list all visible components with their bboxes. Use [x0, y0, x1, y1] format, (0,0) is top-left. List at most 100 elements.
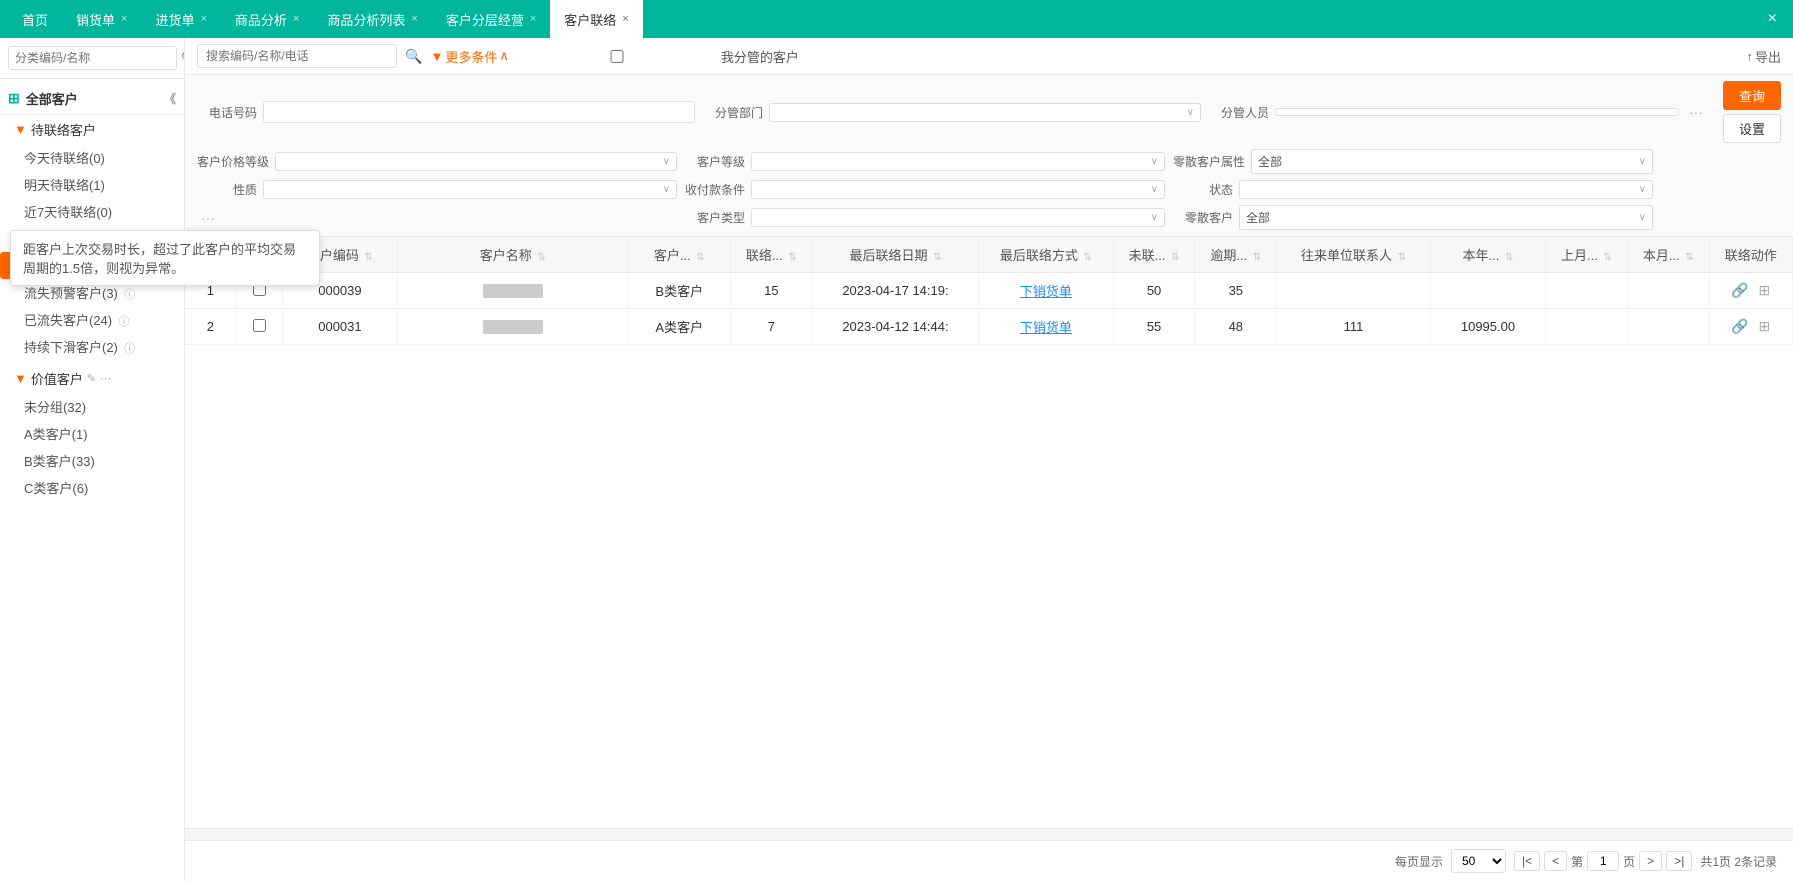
- link-action-icon[interactable]: 🔗: [1731, 318, 1748, 334]
- nav-item-home[interactable]: 首页: [8, 0, 62, 38]
- sidebar-item-b-class[interactable]: B类客户(33): [0, 447, 184, 474]
- window-close-button[interactable]: ×: [1760, 10, 1785, 28]
- close-icon[interactable]: ×: [200, 13, 206, 25]
- filter-cell-payment: 收付款条件 ∨: [685, 180, 1165, 199]
- sort-icon[interactable]: ⇅: [1084, 252, 1092, 263]
- nav-item-customer-contact[interactable]: 客户联络 ×: [550, 0, 642, 38]
- chevron-down-icon: ∨: [1151, 212, 1158, 223]
- sidebar-item-a-class[interactable]: A类客户(1): [0, 420, 184, 447]
- my-customers-checkbox[interactable]: [517, 50, 717, 63]
- search-button[interactable]: 🔍: [405, 48, 422, 65]
- grid-action-icon[interactable]: ⊞: [1758, 282, 1770, 298]
- customer-type-select[interactable]: ∨: [751, 208, 1165, 227]
- sort-icon[interactable]: ⇅: [1505, 252, 1513, 263]
- sidebar-item-today[interactable]: 今天待联络(0): [0, 144, 184, 171]
- sort-icon[interactable]: ⇅: [1685, 252, 1693, 263]
- row-type: A类客户: [628, 309, 730, 345]
- close-icon[interactable]: ×: [622, 13, 628, 25]
- col-header-overdue: 逾期... ⇅: [1195, 237, 1277, 273]
- col-header-name: 客户名称 ⇅: [398, 237, 628, 273]
- sort-icon[interactable]: ⇅: [1253, 252, 1261, 263]
- row-last-date: 2023-04-12 14:44:: [812, 309, 978, 345]
- more-dots-icon[interactable]: ···: [1685, 104, 1707, 120]
- payment-select[interactable]: ∨: [751, 180, 1165, 199]
- close-icon[interactable]: ×: [411, 13, 417, 25]
- more-filters-button[interactable]: ▼ 更多条件 ∧: [430, 47, 508, 66]
- row-checkbox[interactable]: [253, 319, 266, 332]
- query-button[interactable]: 查询: [1723, 81, 1781, 110]
- grid-action-icon[interactable]: ⊞: [1758, 318, 1770, 334]
- my-customers-checkbox-label[interactable]: 我分管的客户: [517, 47, 799, 66]
- export-icon: ↑: [1746, 49, 1753, 64]
- row-check[interactable]: [236, 309, 282, 345]
- link-action-icon[interactable]: 🔗: [1731, 282, 1748, 298]
- sort-icon[interactable]: ⇅: [696, 252, 704, 263]
- sort-icon[interactable]: ⇅: [788, 252, 796, 263]
- page-nav: |< < 第 页 > >|: [1514, 851, 1692, 871]
- close-icon[interactable]: ×: [121, 13, 127, 25]
- sort-icon[interactable]: ⇅: [1171, 252, 1179, 263]
- manage-icon[interactable]: ⋯: [100, 372, 111, 385]
- status-select[interactable]: ∨: [1239, 180, 1653, 199]
- nature-select[interactable]: ∨: [263, 180, 677, 199]
- sidebar-item-c-class[interactable]: C类客户(6): [0, 474, 184, 501]
- sort-icon[interactable]: ⇅: [365, 252, 373, 263]
- sort-icon[interactable]: ⇅: [1604, 252, 1612, 263]
- prev-page-button[interactable]: <: [1544, 851, 1567, 871]
- close-icon[interactable]: ×: [530, 13, 536, 25]
- row-last-way[interactable]: 下销货单: [979, 273, 1113, 309]
- retail-attr-select[interactable]: 全部 ∨: [1251, 149, 1653, 174]
- customer-grade-select[interactable]: ∨: [751, 152, 1165, 171]
- last-page-button[interactable]: >|: [1666, 851, 1692, 871]
- sidebar-section-pending[interactable]: ▼ 待联络客户: [0, 115, 184, 144]
- table-header-row: ⚙ 客户编码 ⇅ 客户名称 ⇅: [185, 237, 1793, 273]
- dots-icon[interactable]: ···: [197, 210, 219, 226]
- sidebar-search-input[interactable]: [8, 46, 177, 70]
- sidebar-item-tomorrow[interactable]: 明天待联络(1): [0, 171, 184, 198]
- nav-item-customer-layer[interactable]: 客户分层经营 ×: [432, 0, 550, 38]
- sidebar-item-7days[interactable]: 近7天待联络(0): [0, 198, 184, 225]
- dept-select[interactable]: ∨: [769, 103, 1201, 122]
- col-header-contact: 联络... ⇅: [730, 237, 812, 273]
- sidebar-item-churned[interactable]: 已流失客户(24) ⓘ: [0, 306, 184, 333]
- collapse-icon[interactable]: 《: [164, 90, 176, 107]
- sidebar-item-declining[interactable]: 持续下滑客户(2) ⓘ: [0, 333, 184, 360]
- arrow-icon: ▼: [14, 371, 27, 386]
- row-last-way[interactable]: 下销货单: [979, 309, 1113, 345]
- sidebar-all-customers[interactable]: ⊞ 全部客户 《: [0, 83, 184, 115]
- row-contacts-person: 111: [1277, 309, 1431, 345]
- sort-icon[interactable]: ⇅: [933, 252, 941, 263]
- per-page-select[interactable]: 50 100 200: [1451, 849, 1506, 873]
- nav-item-purchase[interactable]: 进货单 ×: [141, 0, 220, 38]
- filter-icon: ▼: [430, 49, 443, 64]
- table-row: 2 000031 A类客户 7 2023-04-12 14:44: 下销货单: [185, 309, 1793, 345]
- filter-cell-retail-attr: 零散客户属性 全部 ∨: [1173, 149, 1653, 174]
- retail-customer-select[interactable]: 全部 ∨: [1239, 205, 1653, 230]
- filter-cell-dept: 分管部门 ∨: [703, 103, 1201, 122]
- search-input[interactable]: [197, 44, 397, 68]
- sidebar-section-value[interactable]: ▼ 价值客户 ✎ ⋯: [0, 364, 184, 393]
- horizontal-scrollbar[interactable]: [185, 828, 1793, 840]
- filter-row-4: ··· 客户类型 ∨ 零散客户 全部 ∨: [197, 205, 1781, 230]
- price-grade-select[interactable]: ∨: [275, 152, 677, 171]
- export-button[interactable]: ↑ 导出: [1746, 47, 1781, 66]
- arrow-icon: ▼: [14, 122, 27, 137]
- nav-item-analysis-list[interactable]: 商品分析列表 ×: [313, 0, 431, 38]
- manager-select[interactable]: [1275, 108, 1679, 116]
- nav-item-analysis[interactable]: 商品分析 ×: [221, 0, 313, 38]
- close-icon[interactable]: ×: [293, 13, 299, 25]
- chevron-icon: ∧: [499, 48, 509, 64]
- first-page-button[interactable]: |<: [1514, 851, 1540, 871]
- nav-item-sales[interactable]: 销货单 ×: [62, 0, 141, 38]
- sort-icon[interactable]: ⇅: [537, 252, 545, 263]
- phone-input[interactable]: [270, 105, 688, 119]
- row-uncontact: 55: [1113, 309, 1195, 345]
- name-blur-placeholder: [483, 284, 543, 298]
- sidebar-item-ungrouped[interactable]: 未分组(32): [0, 393, 184, 420]
- next-page-button[interactable]: >: [1639, 851, 1662, 871]
- col-header-uncontact: 未联... ⇅: [1113, 237, 1195, 273]
- edit-icon[interactable]: ✎: [87, 372, 96, 385]
- setting-button[interactable]: 设置: [1723, 114, 1781, 143]
- sort-icon[interactable]: ⇅: [1398, 252, 1406, 263]
- page-number-input[interactable]: [1587, 851, 1619, 871]
